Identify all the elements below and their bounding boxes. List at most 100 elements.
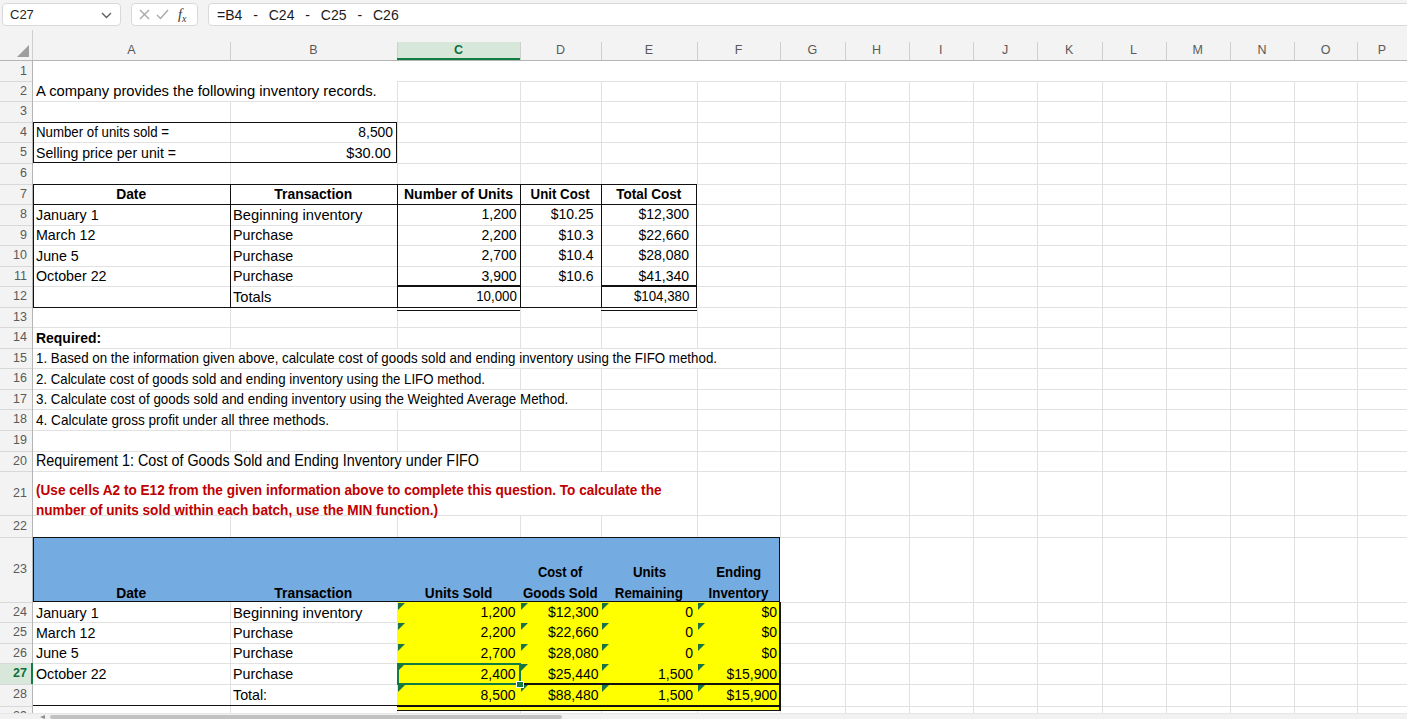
cell-B24[interactable]: Beginning inventory [230,602,397,622]
cell-E28[interactable]: 8,500 [397,684,520,706]
column-header-K[interactable]: K [1037,40,1102,61]
cell-A16[interactable]: 2. Calculate cost of goods sold and endi… [33,368,230,389]
cell-C26[interactable]: 2,700 [397,643,520,664]
cell-D11[interactable]: $10.6 [520,266,601,287]
cell-E25[interactable]: 0 [601,622,697,643]
row-header-6[interactable]: 6 [0,163,33,184]
cell-D10[interactable]: $10.4 [520,245,601,266]
column-header-N[interactable]: N [1230,40,1294,61]
row-header-23[interactable]: 23 [0,537,33,602]
cell-B11[interactable]: Purchase [230,266,397,287]
cell-E23-line1[interactable]: Units [601,562,697,583]
cell-E26[interactable]: 0 [601,643,697,664]
row-header-4[interactable]: 4 [0,122,33,143]
row-header-5[interactable]: 5 [0,142,33,163]
cell-B23-line2[interactable]: Transaction [230,583,397,604]
chevron-down-icon[interactable] [101,12,112,19]
cell-D23-line2[interactable]: Goods Sold [520,583,601,604]
cell-E11[interactable]: $41,340 [601,266,697,287]
column-header-F[interactable]: F [697,40,780,61]
cell-E9[interactable]: $22,660 [601,225,697,246]
cell-F25[interactable]: $0 [697,622,780,643]
cell-A10[interactable]: June 5 [33,245,230,266]
cell-F24[interactable]: $0 [697,602,780,622]
column-header-G[interactable]: G [780,40,845,61]
cell-A27[interactable]: October 22 [33,663,230,684]
cell-D24[interactable]: $12,300 [520,602,601,622]
column-header-A[interactable]: A [33,40,230,61]
cell-A18[interactable]: 4. Calculate gross profit under all thre… [33,409,230,430]
cell-E23-line2[interactable]: Remaining [601,583,697,604]
row-header-3[interactable]: 3 [0,101,33,122]
cell-A21-line1[interactable]: (Use cells A2 to E12 from the given info… [33,479,780,500]
cell-C24[interactable]: 1,200 [397,602,520,622]
cell-A15[interactable]: 1. Based on the information given above,… [33,348,230,369]
row-header-1[interactable]: 1 [0,61,33,81]
row-header-9[interactable]: 9 [0,225,33,246]
cell-D25[interactable]: $22,660 [520,622,601,643]
cell-A7[interactable]: Date [33,184,230,205]
cancel-icon[interactable] [139,9,150,20]
column-header-I[interactable]: I [909,40,974,61]
column-header-E[interactable]: E [601,40,697,61]
insert-function-icon[interactable]: fx [178,6,186,24]
cell-A2[interactable]: A company provides the following invento… [33,81,230,102]
cell-F23-line1[interactable]: Ending [697,562,780,583]
cell-E24[interactable]: 0 [601,602,697,622]
row-header-20[interactable]: 20 [0,451,33,472]
cell-B26[interactable]: Purchase [230,643,397,664]
row-header-16[interactable]: 16 [0,368,33,389]
horizontal-scrollbar-thumb[interactable] [50,715,562,719]
row-header-15[interactable]: 15 [0,348,33,369]
cell-A20[interactable]: Requirement 1: Cost of Goods Sold and En… [33,451,230,472]
cell-B7[interactable]: Transaction [230,184,397,205]
row-header-18[interactable]: 18 [0,409,33,430]
row-header-28[interactable]: 28 [0,684,33,706]
cell-D7[interactable]: Unit Cost [520,184,601,205]
row-header-14[interactable]: 14 [0,327,33,348]
cell-A24[interactable]: January 1 [33,602,230,622]
cell-A5[interactable]: Selling price per unit = [33,142,230,163]
cell-E10[interactable]: $28,080 [601,245,697,266]
cell-C9[interactable]: 2,200 [397,225,520,246]
fill-handle[interactable] [516,681,524,689]
cell-E27[interactable]: 1,500 [601,663,697,684]
cell-E8[interactable]: $12,300 [601,204,697,225]
column-header-L[interactable]: L [1102,40,1166,61]
cell-F28[interactable]: $88,480 [520,684,601,706]
row-header-25[interactable]: 25 [0,622,33,643]
cell-A21-line2[interactable]: number of units sold within each batch, … [33,500,780,521]
cell-B12[interactable]: Totals [230,286,397,307]
cell-F23-line2[interactable]: Inventory [697,583,780,604]
cell-D27[interactable]: $25,440 [520,663,601,684]
cell-A25[interactable]: March 12 [33,622,230,643]
cell-undefined28[interactable]: 1,500 [601,684,697,706]
horizontal-scrollbar[interactable] [0,713,1407,719]
cell-B5[interactable]: $30.00 [230,142,397,163]
cell-A11[interactable]: October 22 [33,266,230,287]
cell-C23-line2[interactable]: Units Sold [397,583,520,604]
cell-B27[interactable]: Purchase [230,663,397,684]
name-box[interactable]: C27 [2,3,121,26]
row-header-13[interactable]: 13 [0,307,33,328]
cell-D9[interactable]: $10.3 [520,225,601,246]
formula-input[interactable]: =B4 - C24 - C25 - C26 [208,3,1407,26]
column-header-J[interactable]: J [973,40,1037,61]
row-header-17[interactable]: 17 [0,389,33,410]
row-header-24[interactable]: 24 [0,602,33,622]
cell-D23-line1[interactable]: Cost of [520,562,601,583]
row-header-2[interactable]: 2 [0,81,33,102]
cell-C8[interactable]: 1,200 [397,204,520,225]
cell-A23-line2[interactable]: Date [33,583,230,604]
cell-C10[interactable]: 2,700 [397,245,520,266]
column-header-H[interactable]: H [845,40,909,61]
cell-B8[interactable]: Beginning inventory [230,204,397,225]
row-header-12[interactable]: 12 [0,286,33,307]
cell-C12[interactable]: 10,000 [397,286,520,307]
row-header-8[interactable]: 8 [0,204,33,225]
cell-E7[interactable]: Total Cost [601,184,697,205]
column-header-P[interactable]: P [1357,40,1407,61]
cell-D26[interactable]: $28,080 [520,643,601,664]
row-header-19[interactable]: 19 [0,430,33,451]
row-header-26[interactable]: 26 [0,643,33,664]
